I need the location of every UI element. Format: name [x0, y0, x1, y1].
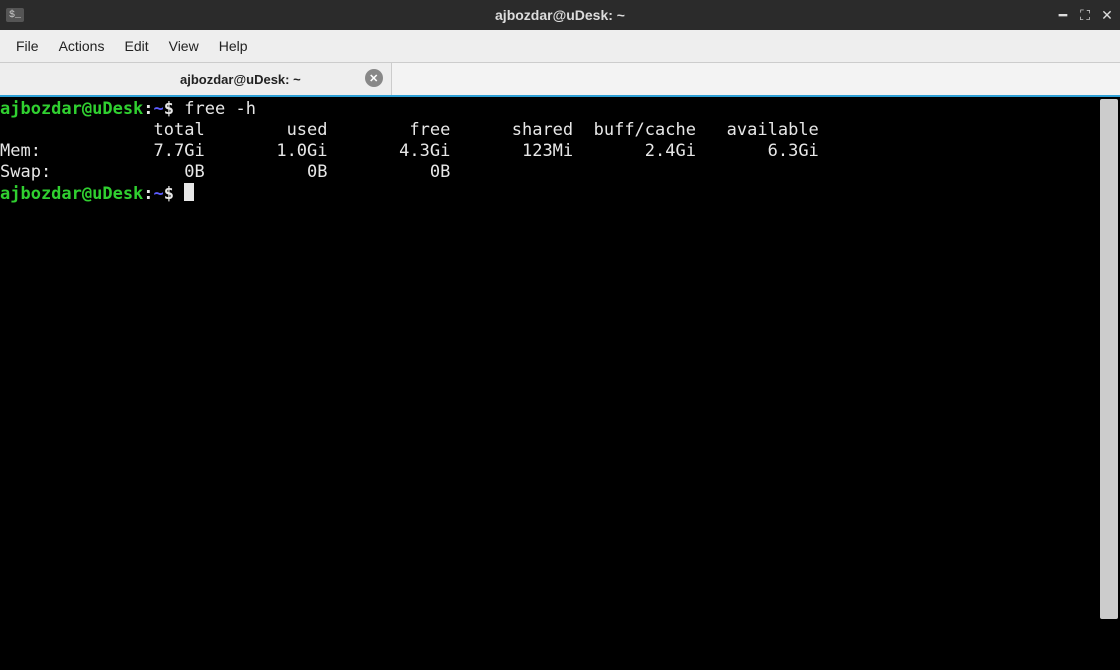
menubar: File Actions Edit View Help: [0, 30, 1120, 63]
window-titlebar: $_ ajbozdar@uDesk: ~ ━ ⛶ ✕: [0, 0, 1120, 30]
window-controls: ━ ⛶ ✕: [1054, 0, 1116, 30]
minimize-button[interactable]: ━: [1054, 6, 1072, 24]
tab-bar: ajbozdar@uDesk: ~ ✕: [0, 63, 1120, 97]
menu-view[interactable]: View: [159, 34, 209, 58]
maximize-button[interactable]: ⛶: [1076, 6, 1094, 24]
tab-label: ajbozdar@uDesk: ~: [180, 72, 301, 87]
terminal-output: ajbozdar@uDesk:~$ free -h total used fre…: [0, 97, 1120, 205]
menu-file[interactable]: File: [6, 34, 49, 58]
terminal-scrollbar[interactable]: [1100, 99, 1118, 619]
window-title: ajbozdar@uDesk: ~: [0, 7, 1120, 23]
menu-actions[interactable]: Actions: [49, 34, 115, 58]
terminal-area[interactable]: ajbozdar@uDesk:~$ free -h total used fre…: [0, 97, 1120, 670]
menu-help[interactable]: Help: [209, 34, 258, 58]
close-button[interactable]: ✕: [1098, 6, 1116, 24]
menu-edit[interactable]: Edit: [114, 34, 158, 58]
terminal-tab[interactable]: ajbozdar@uDesk: ~ ✕: [0, 63, 392, 95]
tab-close-icon[interactable]: ✕: [365, 69, 383, 87]
